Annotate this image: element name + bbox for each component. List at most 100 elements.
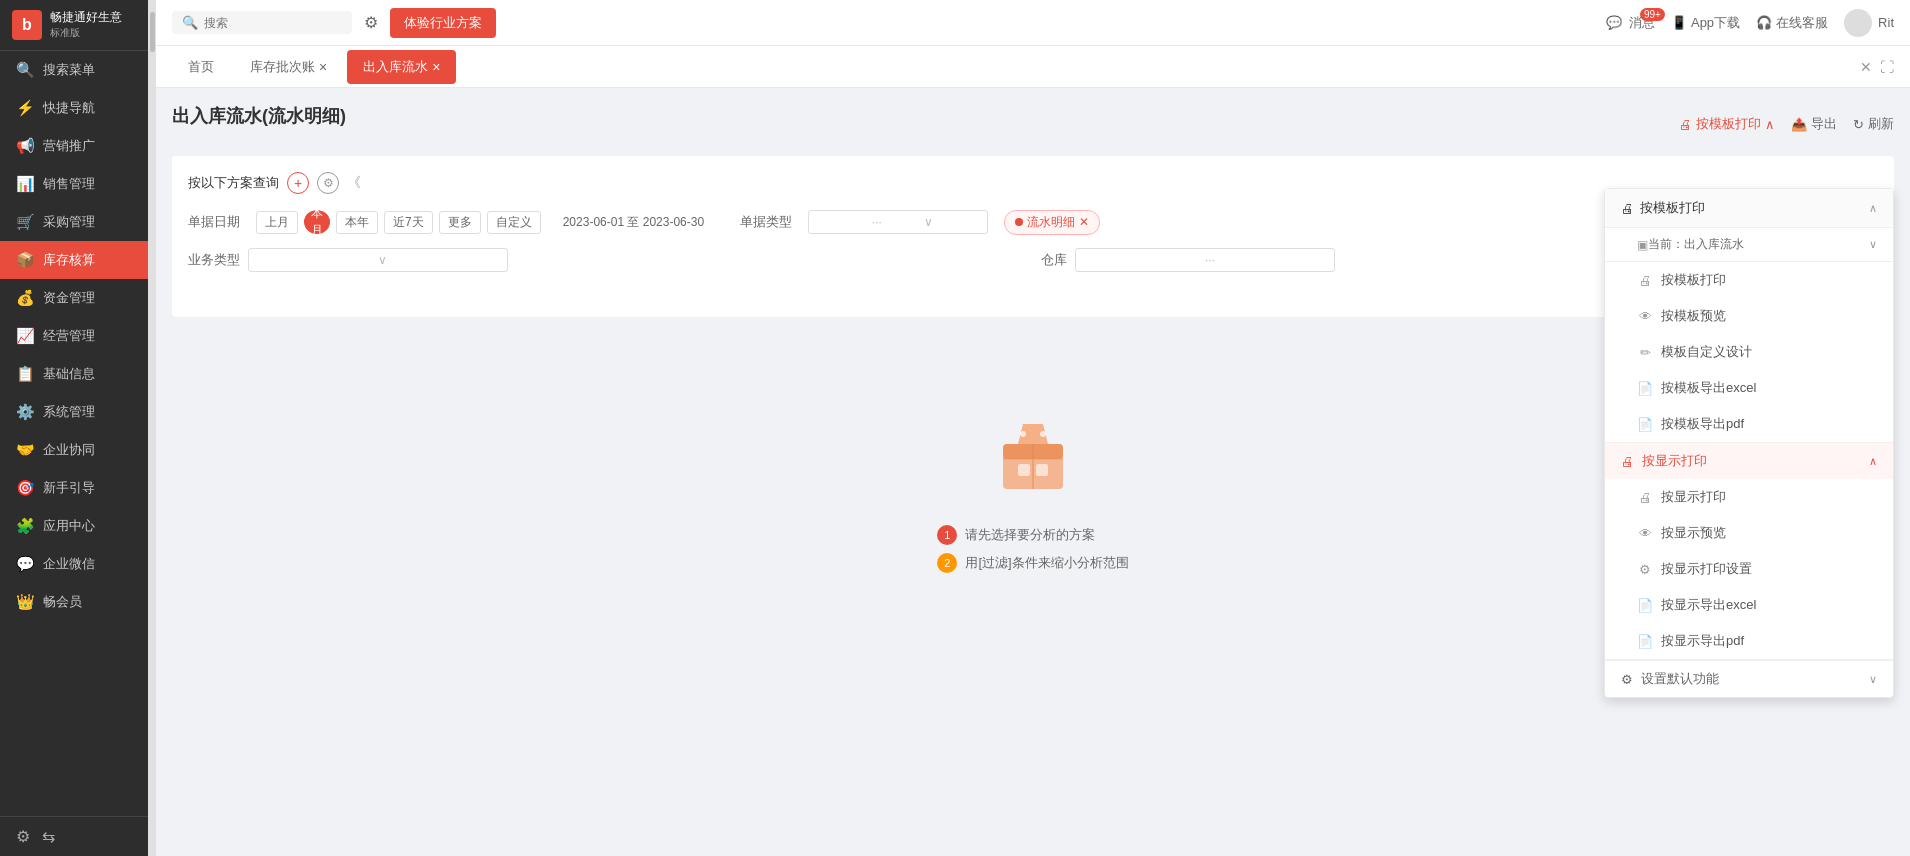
logo-icon: b [12, 10, 42, 40]
online-service-link[interactable]: 🎧 在线客服 [1756, 14, 1828, 32]
avatar [1844, 9, 1872, 37]
filter-settings-btn[interactable]: ⚙ [317, 172, 339, 194]
search-input[interactable] [204, 16, 304, 30]
print-icon: 🖨 [1679, 117, 1692, 132]
date-btn-this-year[interactable]: 本年 [336, 211, 378, 234]
app-download-link[interactable]: 📱 App下载 [1671, 14, 1740, 32]
tabs-window-controls: ✕ ⛶ [1860, 59, 1894, 75]
sidebar-item-marketing[interactable]: 📢 营销推广 [0, 127, 148, 165]
tag-close-icon[interactable]: ✕ [1079, 215, 1089, 229]
filter-add-btn[interactable]: + [287, 172, 309, 194]
user-info[interactable]: Rit [1844, 9, 1894, 37]
page-header: 出入库流水(流水明细) 🖨 按模板打印 ∧ 📤 导出 ↻ 刷新 [172, 104, 1894, 144]
dropdown-current-chevron: ∨ [1869, 238, 1877, 251]
date-btn-this-month[interactable]: 本月 [304, 210, 330, 234]
tab-flow-close[interactable]: × [432, 59, 440, 75]
sidebar-item-enterprise-label: 企业协同 [43, 441, 95, 459]
tab-flow[interactable]: 出入库流水 × [347, 50, 456, 84]
display-settings-icon: ⚙ [1637, 561, 1653, 577]
dropdown-section-display[interactable]: 🖨 按显示打印 ∧ [1605, 443, 1893, 479]
tab-batch[interactable]: 库存批次账 × [234, 50, 343, 84]
step1-text: 请先选择要分析的方案 [965, 526, 1095, 544]
sidebar-item-inventory[interactable]: 📦 库存核算 [0, 241, 148, 279]
tab-home[interactable]: 首页 [172, 50, 230, 84]
username-label: Rit [1878, 15, 1894, 30]
tab-flow-label: 出入库流水 [363, 58, 428, 76]
dropdown-item-display-preview[interactable]: 👁 按显示预览 [1605, 515, 1893, 551]
settings-bottom-icon[interactable]: ⚙ [16, 827, 30, 846]
refresh-btn[interactable]: ↻ 刷新 [1853, 115, 1894, 133]
date-btn-custom[interactable]: 自定义 [487, 211, 541, 234]
filter-tag[interactable]: 流水明细 ✕ [1004, 210, 1100, 235]
sidebar-item-purchase[interactable]: 🛒 采购管理 [0, 203, 148, 241]
date-btn-more[interactable]: 更多 [439, 211, 481, 234]
dropdown-item-display-print[interactable]: 🖨 按显示打印 [1605, 479, 1893, 515]
logo-line2: 标准版 [50, 26, 122, 40]
date-btn-last7[interactable]: 近7天 [384, 211, 433, 234]
tab-close-window-icon[interactable]: ✕ [1860, 59, 1872, 75]
step2-text: 用[过滤]条件来缩小分析范围 [965, 554, 1128, 572]
sidebar-item-enterprise[interactable]: 🤝 企业协同 [0, 431, 148, 469]
sidebar-item-search[interactable]: 🔍 搜索菜单 [0, 51, 148, 89]
template-print-icon: 🖨 [1637, 272, 1653, 288]
sidebar-item-wechat[interactable]: 💬 企业微信 [0, 545, 148, 583]
footer-label: 设置默认功能 [1641, 670, 1719, 688]
empty-steps: 1 请先选择要分析的方案 2 用[过滤]条件来缩小分析范围 [937, 525, 1128, 573]
sidebar-item-quicknav[interactable]: ⚡ 快捷导航 [0, 89, 148, 127]
sidebar-item-finance[interactable]: 💰 资金管理 [0, 279, 148, 317]
export-btn[interactable]: 📤 导出 [1791, 115, 1837, 133]
collapse-sidebar-icon[interactable]: ⇆ [42, 827, 55, 846]
dropdown-item-template-pdf[interactable]: 📄 按模板导出pdf [1605, 406, 1893, 442]
dropdown-item-display-pdf[interactable]: 📄 按显示导出pdf [1605, 623, 1893, 659]
dropdown-header-chevron[interactable]: ∧ [1869, 202, 1877, 215]
date-btn-last-month[interactable]: 上月 [256, 211, 298, 234]
dropdown-item-template-excel[interactable]: 📄 按模板导出excel [1605, 370, 1893, 406]
tag-label: 流水明细 [1027, 214, 1075, 231]
doc-type-select[interactable]: ··· ∨ [808, 210, 988, 234]
tab-batch-close[interactable]: × [319, 59, 327, 75]
business-type-select[interactable]: ∨ [248, 248, 508, 272]
sidebar-menu: 🔍 搜索菜单 ⚡ 快捷导航 📢 营销推广 📊 销售管理 🛒 采购管理 📦 库存核… [0, 51, 148, 816]
message-icon-wrapper[interactable]: 💬 99+ 消息 [1606, 14, 1655, 32]
filter-title-label: 按以下方案查询 [188, 174, 279, 192]
footer-icon: ⚙ [1621, 672, 1633, 687]
system-icon: ⚙️ [16, 403, 35, 421]
print-dropdown-panel: 🖨 按模板打印 ∧ ▣ 当前：出入库流水 ∨ 🖨 按模板打印 👁 按模板预览 [1604, 188, 1894, 698]
dropdown-item-template-print[interactable]: 🖨 按模板打印 [1605, 262, 1893, 298]
sidebar-item-apps[interactable]: 🧩 应用中心 [0, 507, 148, 545]
industry-btn[interactable]: 体验行业方案 [390, 8, 496, 38]
dropdown-footer[interactable]: ⚙ 设置默认功能 ∨ [1605, 660, 1893, 697]
membership-icon: 👑 [16, 593, 35, 611]
sidebar-item-quicknav-label: 快捷导航 [43, 99, 95, 117]
dropdown-item-template-preview[interactable]: 👁 按模板预览 [1605, 298, 1893, 334]
purchase-icon: 🛒 [16, 213, 35, 231]
topbar: 🔍 ⚙ 体验行业方案 💬 99+ 消息 📱 App下载 🎧 在线客服 Rit [156, 0, 1910, 46]
topbar-search-box[interactable]: 🔍 [172, 11, 352, 34]
section-display-icon: 🖨 [1621, 454, 1634, 469]
date-label: 单据日期 [188, 213, 240, 231]
filter-collapse-btn[interactable]: 《 [347, 174, 361, 192]
display-pdf-label: 按显示导出pdf [1661, 632, 1744, 650]
sidebar-item-basic[interactable]: 📋 基础信息 [0, 355, 148, 393]
dropdown-item-display-settings[interactable]: ⚙ 按显示打印设置 [1605, 551, 1893, 587]
topbar-gear-icon[interactable]: ⚙ [364, 13, 378, 32]
dropdown-item-display-excel[interactable]: 📄 按显示导出excel [1605, 587, 1893, 623]
display-print-icon: 🖨 [1637, 489, 1653, 505]
sidebar-item-guide[interactable]: 🎯 新手引导 [0, 469, 148, 507]
sidebar-item-membership[interactable]: 👑 畅会员 [0, 583, 148, 621]
enterprise-icon: 🤝 [16, 441, 35, 459]
dropdown-item-template-custom[interactable]: ✏ 模板自定义设计 [1605, 334, 1893, 370]
sidebar-item-system[interactable]: ⚙️ 系统管理 [0, 393, 148, 431]
sidebar-item-sales[interactable]: 📊 销售管理 [0, 165, 148, 203]
svg-rect-4 [1018, 464, 1030, 476]
template-print-label: 按模板打印 [1661, 271, 1726, 289]
dropdown-current-row[interactable]: ▣ 当前：出入库流水 ∨ [1605, 228, 1893, 262]
sidebar-item-membership-label: 畅会员 [43, 593, 82, 611]
template-preview-icon: 👁 [1637, 308, 1653, 324]
sidebar-item-marketing-label: 营销推广 [43, 137, 95, 155]
sidebar-item-operations[interactable]: 📈 经营管理 [0, 317, 148, 355]
guide-icon: 🎯 [16, 479, 35, 497]
warehouse-select[interactable]: ··· [1075, 248, 1335, 272]
print-template-btn[interactable]: 🖨 按模板打印 ∧ [1679, 115, 1775, 133]
tab-maximize-icon[interactable]: ⛶ [1880, 59, 1894, 75]
